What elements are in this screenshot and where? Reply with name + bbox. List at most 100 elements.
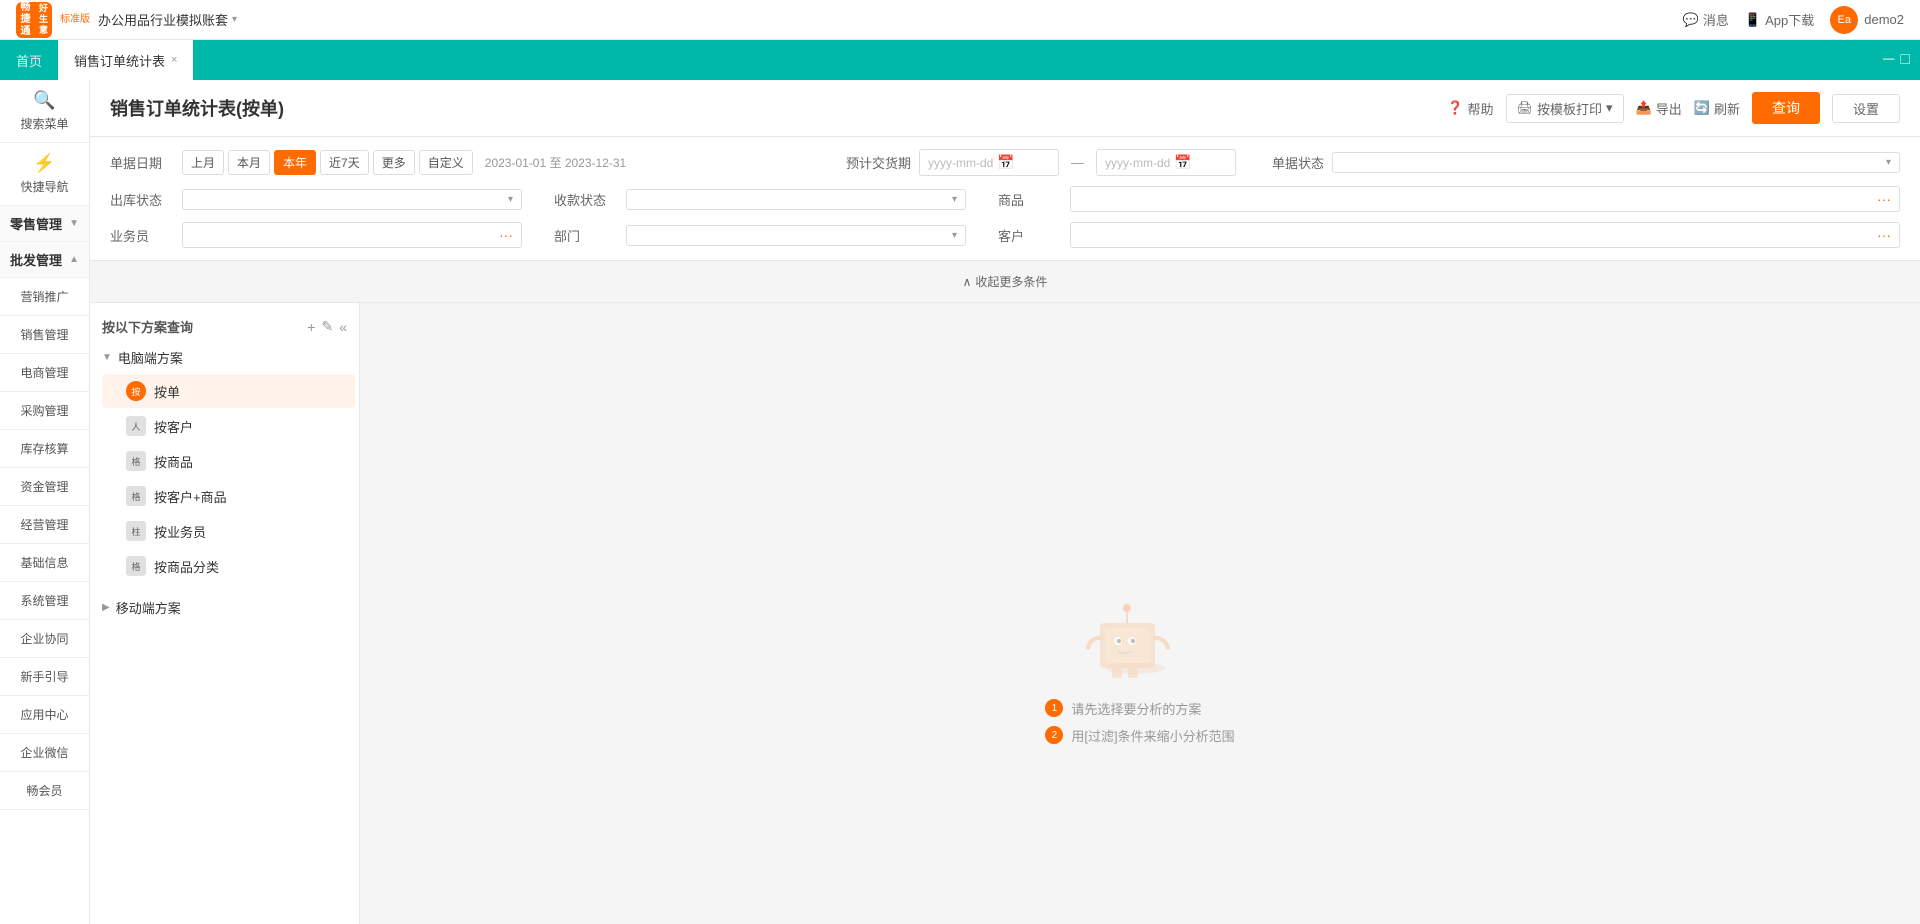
- scheme-category-icon: 格: [126, 556, 146, 576]
- payment-status-select[interactable]: ▾: [626, 189, 966, 210]
- sidebar-item-system[interactable]: 系统管理: [0, 582, 89, 620]
- date-btn-7days[interactable]: 近7天: [320, 150, 369, 175]
- sidebar-item-enterprise-wechat[interactable]: 企业微信: [0, 734, 89, 772]
- sidebar-item-retail[interactable]: 零售管理 ▼: [0, 206, 89, 242]
- payment-status-label: 收款状态: [554, 190, 610, 209]
- scheme-item-label-order: 按单: [154, 382, 180, 401]
- sidebar-item-marketing[interactable]: 营销推广: [0, 278, 89, 316]
- customer-label: 客户: [998, 226, 1054, 245]
- scheme-item-by-salesman[interactable]: 柱 按业务员: [102, 514, 355, 548]
- export-icon: 📤: [1636, 100, 1652, 116]
- sidebar-item-purchase[interactable]: 采购管理: [0, 392, 89, 430]
- page-title: 销售订单统计表(按单): [110, 95, 284, 133]
- sidebar-item-inventory[interactable]: 库存核算: [0, 430, 89, 468]
- settings-button[interactable]: 设置: [1832, 94, 1900, 123]
- topbar: 畅捷通 好生意 标准版 办公用品行业模拟账套 ▾ 💬 消息 📱 App下载 Ea…: [0, 0, 1920, 40]
- date-btn-more[interactable]: 更多: [373, 150, 415, 175]
- scheme-edit-button[interactable]: ✎: [321, 318, 333, 335]
- date-separator: —: [1071, 155, 1084, 170]
- scheme-item-by-customer-goods[interactable]: 格 按客户+商品: [102, 479, 355, 513]
- status-select[interactable]: ▾: [1332, 152, 1900, 173]
- scheme-item-label-customer: 按客户: [154, 417, 193, 436]
- sidebar-item-quick-nav[interactable]: ⚡ 快捷导航: [0, 143, 89, 206]
- sidebar-item-basic-info[interactable]: 基础信息: [0, 544, 89, 582]
- query-button[interactable]: 查询: [1752, 92, 1820, 124]
- sidebar-item-finance[interactable]: 资金管理: [0, 468, 89, 506]
- expected-date-start[interactable]: yyyy-mm-dd 📅: [919, 149, 1059, 176]
- scheme-item-by-order[interactable]: 按 按单: [102, 374, 355, 408]
- goods-dots[interactable]: ···: [1877, 191, 1891, 207]
- print-dropdown-icon: ▾: [1606, 100, 1613, 116]
- workspace-selector[interactable]: 办公用品行业模拟账套 ▾: [98, 10, 237, 29]
- app-download-button[interactable]: 📱 App下载: [1745, 10, 1814, 29]
- sidebar-item-sales[interactable]: 销售管理: [0, 316, 89, 354]
- scheme-mobile-group-header[interactable]: ▶ 移动端方案: [90, 592, 359, 623]
- out-status-select[interactable]: ▾: [182, 189, 522, 210]
- sidebar-item-app-center[interactable]: 应用中心: [0, 696, 89, 734]
- scheme-panel-header: 按以下方案查询 + ✎ «: [90, 311, 359, 342]
- tip-num-2: 2: [1045, 726, 1063, 744]
- scheme-panel-title: 按以下方案查询: [102, 317, 301, 336]
- tab-close-icon[interactable]: ×: [171, 54, 177, 66]
- collapse-button[interactable]: ∧ 收起更多条件: [951, 269, 1060, 294]
- minimize-icon[interactable]: ─: [1883, 51, 1894, 69]
- date-btn-this-year[interactable]: 本年: [274, 150, 316, 175]
- refresh-icon: 🔄: [1694, 100, 1710, 116]
- calendar-start-icon[interactable]: 📅: [997, 154, 1014, 171]
- sidebar-item-search[interactable]: 🔍 搜索菜单: [0, 80, 89, 143]
- download-icon: 📱: [1745, 12, 1761, 28]
- pc-group-title: 电脑端方案: [118, 348, 183, 367]
- message-button[interactable]: 💬 消息: [1683, 10, 1729, 29]
- customer-dots[interactable]: ···: [1877, 227, 1891, 243]
- app-info: 标准版: [60, 13, 90, 26]
- scheme-add-button[interactable]: +: [307, 319, 315, 335]
- refresh-button[interactable]: 🔄 刷新: [1694, 99, 1740, 118]
- status-filter-group: 单据状态 ▾: [1272, 152, 1900, 173]
- scheme-salesman-icon: 柱: [126, 521, 146, 541]
- sidebar-item-operations[interactable]: 经营管理: [0, 506, 89, 544]
- filter-panel: 单据日期 上月 本月 本年 近7天 更多 自定义 2023-01-01 至 20…: [90, 137, 1920, 261]
- user-menu[interactable]: Ea demo2: [1830, 6, 1904, 34]
- sidebar-item-beginner[interactable]: 新手引导: [0, 658, 89, 696]
- print-button[interactable]: 🖨 按模板打印 ▾: [1506, 94, 1624, 123]
- retail-arrow-icon: ▼: [69, 218, 79, 229]
- date-btn-custom[interactable]: 自定义: [419, 150, 473, 175]
- topbar-right: 💬 消息 📱 App下载 Ea demo2: [1683, 6, 1904, 34]
- expected-date-label: 预计交货期: [846, 153, 911, 172]
- empty-state: 1 请先选择要分析的方案 2 用[过滤]条件来缩小分析范围: [1045, 403, 1234, 924]
- sidebar-item-wholesale[interactable]: 批发管理 ▲: [0, 242, 89, 278]
- salesman-dots[interactable]: ···: [499, 227, 513, 243]
- scheme-pc-group-header[interactable]: ▼ 电脑端方案: [90, 342, 359, 373]
- scheme-item-label-salesman: 按业务员: [154, 522, 206, 541]
- maximize-icon[interactable]: □: [1900, 51, 1910, 69]
- nav-tabs: 首页 销售订单统计表 × ─ □: [0, 40, 1920, 80]
- date-btn-this-month[interactable]: 本月: [228, 150, 270, 175]
- tab-sales-order-stats[interactable]: 销售订单统计表 ×: [58, 40, 193, 80]
- help-button[interactable]: ❓ 帮助: [1447, 99, 1493, 118]
- empty-illustration: [1080, 583, 1200, 683]
- dept-select[interactable]: ▾: [626, 225, 966, 246]
- tab-home[interactable]: 首页: [0, 40, 58, 80]
- date-btn-last-month[interactable]: 上月: [182, 150, 224, 175]
- scheme-item-by-goods[interactable]: 格 按商品: [102, 444, 355, 478]
- scheme-item-by-customer[interactable]: 人 按客户: [102, 409, 355, 443]
- sidebar-item-enterprise-collab[interactable]: 企业协同: [0, 620, 89, 658]
- customer-select[interactable]: ···: [1070, 222, 1900, 248]
- empty-tip-2: 2 用[过滤]条件来缩小分析范围: [1045, 726, 1234, 745]
- calendar-end-icon[interactable]: 📅: [1174, 154, 1191, 171]
- scheme-cg-icon: 格: [126, 486, 146, 506]
- salesman-select[interactable]: ···: [182, 222, 522, 248]
- scheme-collapse-button[interactable]: «: [339, 319, 347, 335]
- export-button[interactable]: 📤 导出: [1636, 99, 1682, 118]
- sidebar-item-ecommerce[interactable]: 电商管理: [0, 354, 89, 392]
- scheme-item-by-category[interactable]: 格 按商品分类: [102, 549, 355, 583]
- mobile-group-title: 移动端方案: [116, 598, 181, 617]
- topbar-left: 畅捷通 好生意 标准版 办公用品行业模拟账套 ▾: [16, 2, 237, 38]
- goods-select[interactable]: ···: [1070, 186, 1900, 212]
- expected-date-end[interactable]: yyyy-mm-dd 📅: [1096, 149, 1236, 176]
- sidebar-item-member[interactable]: 畅会员: [0, 772, 89, 810]
- empty-tip-1: 1 请先选择要分析的方案: [1045, 699, 1234, 718]
- collapse-bar: ∧ 收起更多条件: [90, 261, 1920, 303]
- scheme-item-label-goods: 按商品: [154, 452, 193, 471]
- dept-label: 部门: [554, 226, 610, 245]
